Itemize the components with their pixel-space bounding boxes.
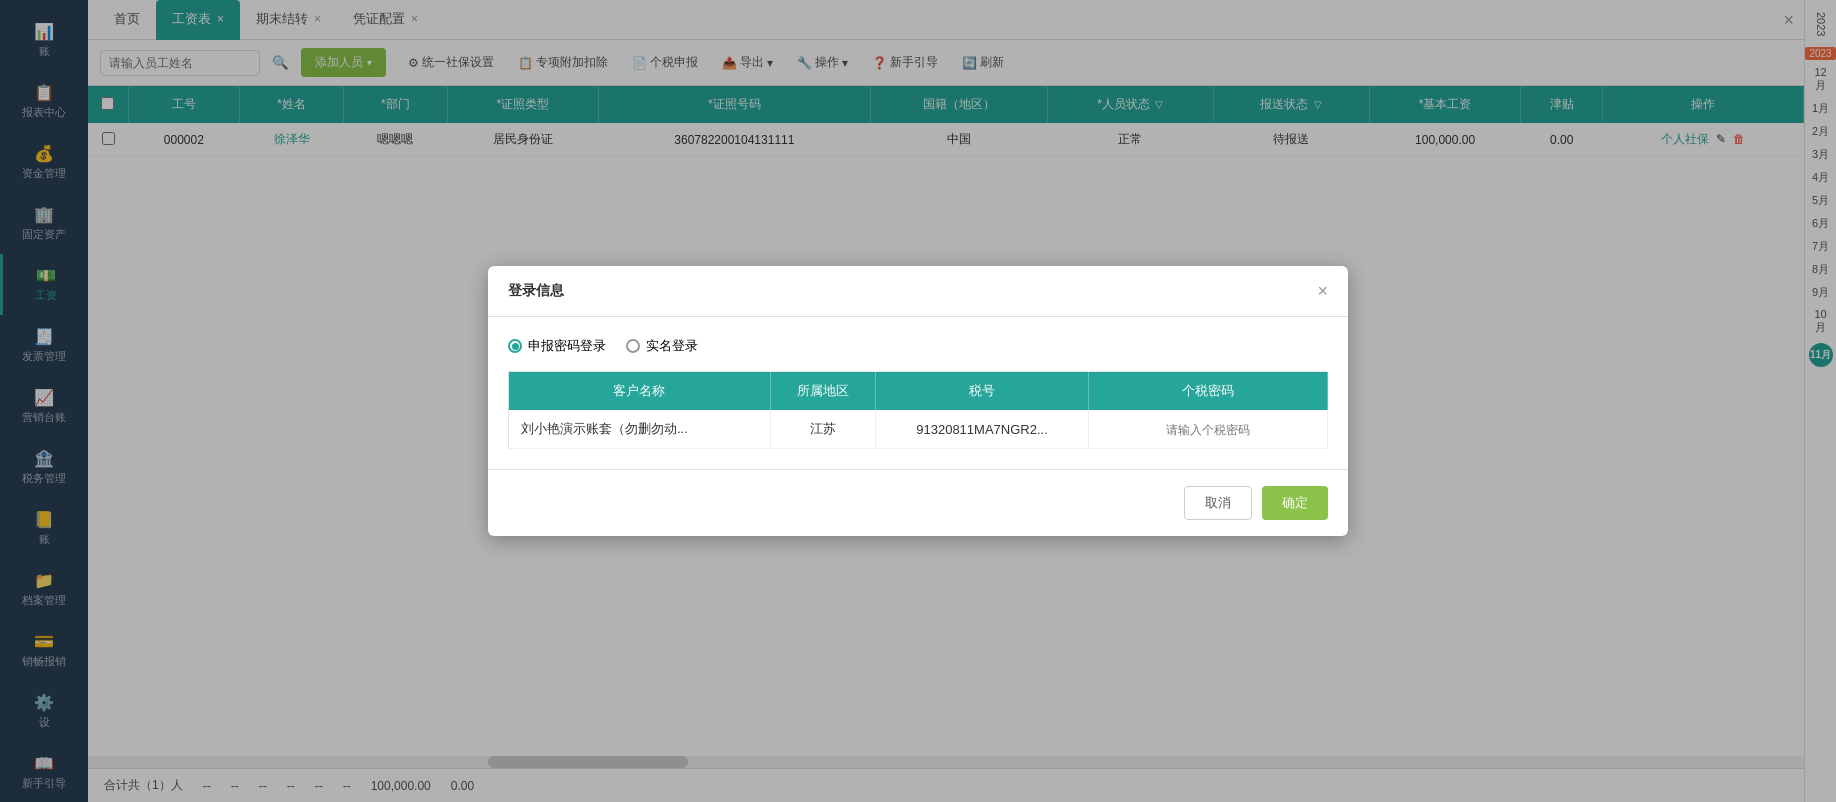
dialog-header: 登录信息 × (488, 266, 1348, 317)
cancel-button[interactable]: 取消 (1184, 486, 1252, 520)
login-type-radio-group: 申报密码登录 实名登录 (508, 337, 1328, 355)
dialog-footer: 取消 确定 (488, 469, 1348, 536)
tax-password-input[interactable] (1101, 423, 1315, 437)
dialog-col-password: 个税密码 (1089, 372, 1328, 411)
dialog-cell-client-name: 刘小艳演示账套（勿删勿动... (509, 410, 771, 449)
dialog-col-region: 所属地区 (770, 372, 875, 411)
dialog-close-button[interactable]: × (1317, 282, 1328, 300)
confirm-button[interactable]: 确定 (1262, 486, 1328, 520)
dialog-title: 登录信息 (508, 282, 564, 300)
dialog-col-taxno: 税号 (875, 372, 1089, 411)
dialog-table-row: 刘小艳演示账套（勿删勿动... 江苏 91320811MA7NGR2... (509, 410, 1328, 449)
radio-password-circle (508, 339, 522, 353)
dialog-cell-password (1089, 410, 1328, 449)
dialog-cell-region: 江苏 (770, 410, 875, 449)
login-info-table: 客户名称 所属地区 税号 个税密码 刘小艳演示账套（勿删勿动... 江苏 913… (508, 371, 1328, 449)
dialog-cell-taxno: 91320811MA7NGR2... (875, 410, 1089, 449)
login-dialog: 登录信息 × 申报密码登录 实名登录 (488, 266, 1348, 536)
dialog-body: 申报密码登录 实名登录 客户名称 所属地区 税号 个税密码 (488, 317, 1348, 469)
modal-overlay: 登录信息 × 申报密码登录 实名登录 (0, 0, 1836, 802)
dialog-col-client: 客户名称 (509, 372, 771, 411)
radio-realname-login[interactable]: 实名登录 (626, 337, 698, 355)
radio-realname-circle (626, 339, 640, 353)
radio-password-login[interactable]: 申报密码登录 (508, 337, 606, 355)
